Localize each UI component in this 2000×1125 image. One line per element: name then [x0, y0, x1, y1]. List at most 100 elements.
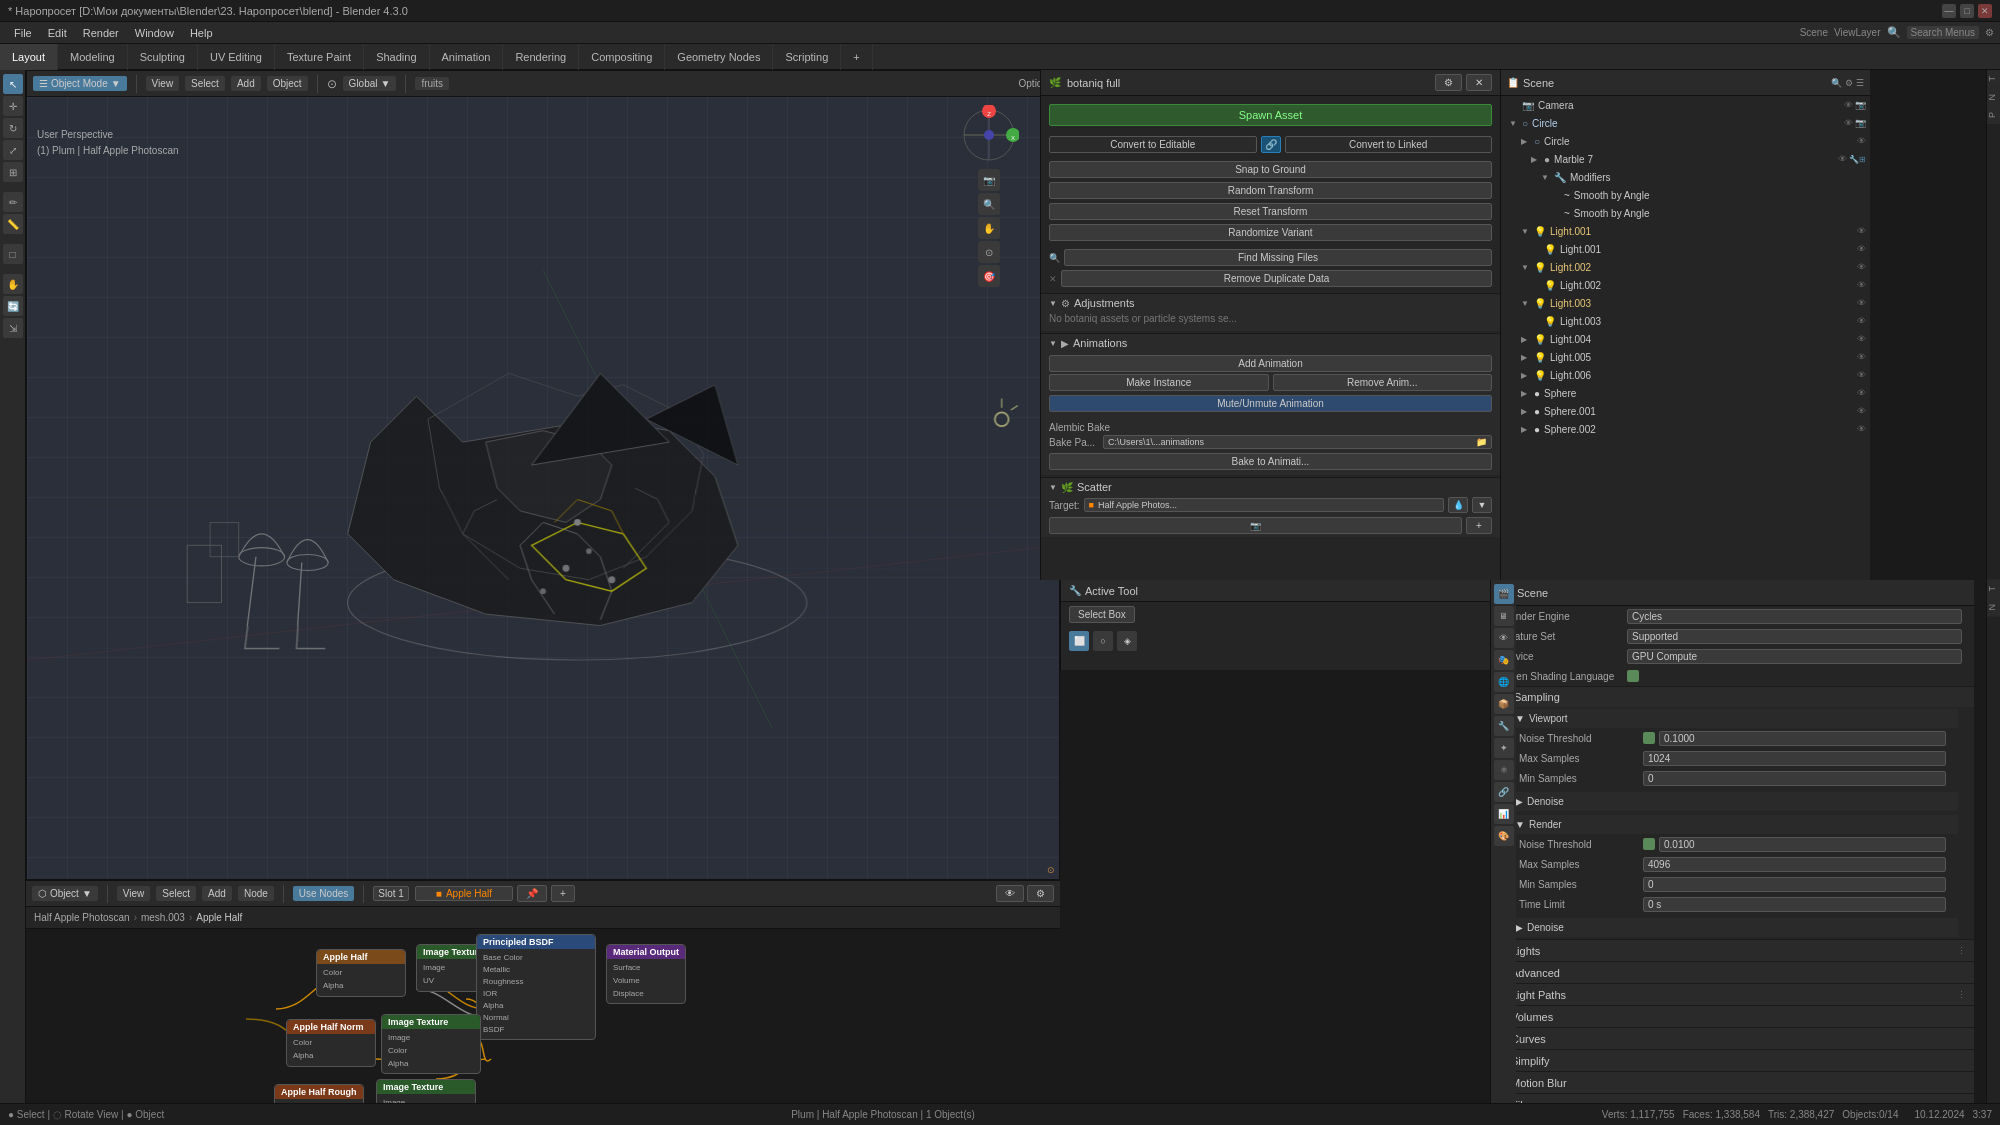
tab-texture-paint[interactable]: Texture Paint: [275, 44, 364, 70]
prop-tab-constraint[interactable]: 🔗: [1494, 782, 1514, 802]
prop-tab-modifier[interactable]: 🔧: [1494, 716, 1514, 736]
motion-blur-header[interactable]: ▶ Motion Blur: [1491, 1072, 1974, 1093]
tool-strip-btn-3[interactable]: P: [1987, 106, 2000, 124]
menu-file[interactable]: File: [6, 25, 40, 41]
object-menu[interactable]: Object: [267, 76, 308, 91]
eye-icon-sphere-001[interactable]: 👁: [1857, 406, 1866, 416]
snap-ground-button[interactable]: Snap to Ground: [1049, 161, 1492, 178]
new-material-btn[interactable]: +: [551, 885, 575, 902]
mode-dropdown[interactable]: ☰ Object Mode ▼: [33, 76, 127, 91]
node-node-menu[interactable]: Node: [238, 886, 274, 901]
eye-icon-circle-obj[interactable]: 👁: [1857, 136, 1866, 146]
tool-mode-btn-1[interactable]: ⬜: [1069, 631, 1089, 651]
camera-restrict-circle[interactable]: 📷: [1855, 118, 1866, 128]
randomize-variant-button[interactable]: Randomize Variant: [1049, 224, 1492, 241]
global-local[interactable]: Global ▼: [343, 76, 397, 91]
outliner-search[interactable]: 🔍: [1831, 78, 1842, 88]
tab-add[interactable]: +: [841, 44, 872, 70]
tree-item-smooth-1[interactable]: ~ Smooth by Angle: [1501, 186, 1870, 204]
render-max-samples-value[interactable]: 4096: [1643, 857, 1946, 872]
scatter-header[interactable]: ▼ 🌿 Scatter: [1049, 481, 1492, 493]
camera-restrict[interactable]: 📷: [1855, 100, 1866, 110]
tree-item-sphere[interactable]: ▶ ● Sphere 👁: [1501, 384, 1870, 402]
reset-transform-button[interactable]: Reset Transform: [1049, 203, 1492, 220]
prop-tab-world[interactable]: 🌐: [1494, 672, 1514, 692]
eye-icon-sphere[interactable]: 👁: [1857, 388, 1866, 398]
eye-icon-light-003-obj[interactable]: 👁: [1857, 316, 1866, 326]
tree-item-camera[interactable]: 📷 Camera 👁 📷: [1501, 96, 1870, 114]
prop-tab-particle[interactable]: ✦: [1494, 738, 1514, 758]
tool-measure[interactable]: 📏: [3, 214, 23, 234]
node-select-menu[interactable]: Select: [156, 886, 196, 901]
eye-icon-light-001[interactable]: 👁: [1857, 226, 1866, 236]
tab-sculpting[interactable]: Sculpting: [128, 44, 198, 70]
prop-tab-material[interactable]: 🎨: [1494, 826, 1514, 846]
prop-tab-scene[interactable]: 🎭: [1494, 650, 1514, 670]
lights-options[interactable]: ⋮: [1957, 946, 1966, 956]
menu-edit[interactable]: Edit: [40, 25, 75, 41]
prop-tab-physics[interactable]: ⚛: [1494, 760, 1514, 780]
prop-tab-object[interactable]: 📦: [1494, 694, 1514, 714]
tab-shading[interactable]: Shading: [364, 44, 429, 70]
add-animation-button[interactable]: Add Animation: [1049, 355, 1492, 372]
tool-rotate2[interactable]: 🔄: [3, 296, 23, 316]
tree-item-smooth-2[interactable]: ~ Smooth by Angle: [1501, 204, 1870, 222]
simplify-header[interactable]: ▶ Simplify: [1491, 1050, 1974, 1071]
minimize-button[interactable]: —: [1942, 4, 1956, 18]
maximize-button[interactable]: □: [1960, 4, 1974, 18]
scatter-browse[interactable]: ▼: [1472, 497, 1492, 513]
tool-transform[interactable]: ⊞: [3, 162, 23, 182]
node-6[interactable]: Image Texture Image Color Alpha: [381, 1014, 481, 1074]
tree-item-light-001-col[interactable]: ▼ 💡 Light.001 👁: [1501, 222, 1870, 240]
adjustments-header[interactable]: ▼ ⚙ Adjustments: [1049, 297, 1492, 309]
tool-scale2[interactable]: ⇲: [3, 318, 23, 338]
breadcrumb-item-1[interactable]: Half Apple Photoscan: [34, 912, 130, 923]
eye-icon-light-004[interactable]: 👁: [1857, 334, 1866, 344]
render-noise-threshold-checkbox[interactable]: [1643, 838, 1655, 850]
max-samples-value[interactable]: 1024: [1643, 751, 1946, 766]
noise-threshold-value[interactable]: 0.1000: [1659, 731, 1946, 746]
tree-item-light-004[interactable]: ▶ 💡 Light.004 👁: [1501, 330, 1870, 348]
render-sampling-header[interactable]: ▼ Render: [1507, 815, 1958, 834]
pin-material-btn[interactable]: 📌: [517, 885, 547, 902]
tool-mode-btn-2[interactable]: ○: [1093, 631, 1113, 651]
menu-render[interactable]: Render: [75, 25, 127, 41]
close-button[interactable]: ✕: [1978, 4, 1992, 18]
eye-icon-light-002-obj[interactable]: 👁: [1857, 280, 1866, 290]
eye-icon-marble[interactable]: 👁: [1838, 154, 1847, 164]
tab-modeling[interactable]: Modeling: [58, 44, 128, 70]
eye-icon-camera[interactable]: 👁: [1844, 100, 1853, 110]
eye-icon-light-003[interactable]: 👁: [1857, 298, 1866, 308]
tree-item-light-002-col[interactable]: ▼ 💡 Light.002 👁: [1501, 258, 1870, 276]
bake-path-browse[interactable]: 📁: [1476, 437, 1487, 447]
tool-move[interactable]: ✛: [3, 96, 23, 116]
scatter-add-btn[interactable]: +: [1466, 517, 1492, 534]
node-view-menu[interactable]: View: [117, 886, 151, 901]
pivot-dropdown[interactable]: ⊙: [327, 77, 337, 91]
tree-item-sphere-001[interactable]: ▶ ● Sphere.001 👁: [1501, 402, 1870, 420]
viewport-canvas[interactable]: User Perspective (1) Plum | Half Apple P…: [27, 97, 1059, 879]
bake-path-field[interactable]: C:\Users\1\...animations 📁: [1103, 435, 1492, 449]
add-menu[interactable]: Add: [231, 76, 261, 91]
material-selector[interactable]: ■ Apple Half: [415, 886, 513, 901]
tree-item-light-006[interactable]: ▶ 💡 Light.006 👁: [1501, 366, 1870, 384]
eye-icon-light-002[interactable]: 👁: [1857, 262, 1866, 272]
tab-rendering[interactable]: Rendering: [503, 44, 579, 70]
tool-scale[interactable]: ⤢: [3, 140, 23, 160]
device-value[interactable]: GPU Compute: [1627, 649, 1962, 664]
find-missing-button[interactable]: Find Missing Files: [1064, 249, 1492, 266]
eye-icon-light-005[interactable]: 👁: [1857, 352, 1866, 362]
select-box-button[interactable]: Select Box: [1069, 606, 1135, 623]
tree-item-light-001-obj[interactable]: 💡 Light.001 👁: [1501, 240, 1870, 258]
breadcrumb-item-2[interactable]: mesh.003: [141, 912, 185, 923]
node-menu-btn[interactable]: ⚙: [1027, 885, 1054, 902]
botaniq-close[interactable]: ✕: [1466, 74, 1492, 91]
tree-item-circle[interactable]: ▼ ○ Circle 👁 📷: [1501, 114, 1870, 132]
render-noise-threshold-value[interactable]: 0.0100: [1659, 837, 1946, 852]
node-overlay-btn[interactable]: 👁: [996, 885, 1024, 902]
render-engine-value[interactable]: Cycles: [1627, 609, 1962, 624]
convert-linked-button[interactable]: Convert to Linked: [1285, 136, 1493, 153]
prop-tab-output[interactable]: 🖥: [1494, 606, 1514, 626]
tool-rotate[interactable]: ↻: [3, 118, 23, 138]
tree-item-light-003-col[interactable]: ▼ 💡 Light.003 👁: [1501, 294, 1870, 312]
